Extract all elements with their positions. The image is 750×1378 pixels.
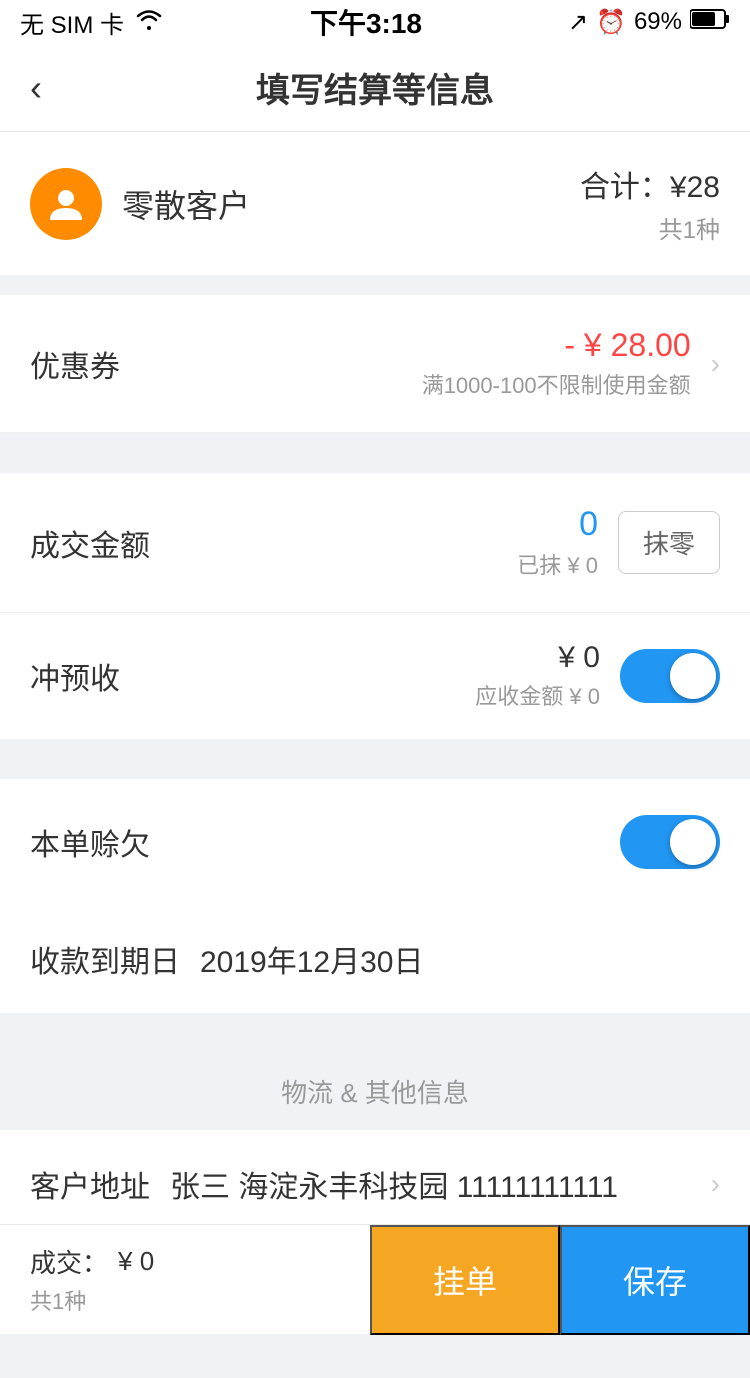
address-value: 张三 海淀永丰科技园 11111111111 [170, 1162, 711, 1206]
debt-toggle[interactable] [620, 815, 720, 869]
customer-name: 零散客户 [122, 181, 250, 227]
address-card[interactable]: 客户地址 张三 海淀永丰科技园 11111111111 › [0, 1130, 750, 1238]
logistics-header: 物流 & 其他信息 [0, 1053, 750, 1130]
nav-bar: ‹ 填写结算等信息 [0, 44, 750, 132]
debt-toggle-knob [670, 819, 716, 865]
bottom-info: 成交： ¥ 0 共1种 [0, 1243, 370, 1316]
hold-button[interactable]: 挂单 [370, 1225, 560, 1335]
alarm-icon: ⏰ [596, 8, 626, 37]
coupon-row[interactable]: 优惠券 - ¥ 28.00 满1000-100不限制使用金额 › [0, 295, 750, 433]
status-right: ↗ ⏰ 69% [568, 8, 730, 37]
transaction-card: 成交金额 0 已抹 ¥ 0 抹零 冲预收 ¥ 0 应收金额 ¥ 0 [0, 473, 750, 739]
coupon-desc: 满1000-100不限制使用金额 [422, 368, 691, 400]
prepayment-label: 冲预收 [30, 654, 120, 698]
battery-text: 69% [634, 8, 682, 36]
round-button[interactable]: 抹零 [618, 511, 720, 574]
prepayment-right: ¥ 0 应收金额 ¥ 0 [475, 641, 720, 711]
due-date-label: 收款到期日 [30, 937, 180, 981]
total-count: 共1种 [580, 210, 720, 245]
due-date-row: 收款到期日 2019年12月30日 [0, 905, 750, 1013]
divider-2 [0, 759, 750, 779]
coupon-value-block: - ¥ 28.00 满1000-100不限制使用金额 [422, 327, 691, 400]
prepayment-receivable: 应收金额 ¥ 0 [475, 679, 600, 711]
divider-1 [0, 453, 750, 473]
prepayment-values: ¥ 0 应收金额 ¥ 0 [475, 641, 600, 711]
logistics-title: 物流 & 其他信息 [281, 1078, 469, 1108]
prepayment-row: 冲预收 ¥ 0 应收金额 ¥ 0 [0, 613, 750, 739]
transaction-right: 0 已抹 ¥ 0 抹零 [517, 505, 720, 580]
debt-label: 本单赊欠 [30, 820, 150, 864]
content: 零散客户 合计：¥28 共1种 优惠券 - ¥ 28.00 满1000-100不… [0, 132, 750, 1378]
avatar [30, 168, 102, 240]
due-date-value[interactable]: 2019年12月30日 [200, 937, 423, 981]
bottom-count: 共1种 [30, 1284, 340, 1316]
customer-left: 零散客户 [30, 168, 250, 240]
transaction-value[interactable]: 0 [517, 505, 598, 544]
customer-row: 零散客户 合计：¥28 共1种 [0, 132, 750, 275]
prepayment-amount: ¥ 0 [475, 641, 600, 675]
amount-input-area: 0 已抹 ¥ 0 [517, 505, 598, 580]
customer-card: 零散客户 合计：¥28 共1种 [0, 132, 750, 275]
transaction-label: 成交金额 [30, 521, 150, 565]
save-button[interactable]: 保存 [560, 1225, 750, 1335]
divider-3 [0, 1033, 750, 1053]
amount-deducted: 已抹 ¥ 0 [517, 548, 598, 580]
toggle-knob [670, 653, 716, 699]
coupon-discount: - ¥ 28.00 [422, 327, 691, 364]
sim-status: 无 SIM 卡 [20, 5, 124, 40]
coupon-chevron-icon: › [711, 348, 720, 380]
wifi-icon [134, 8, 164, 37]
bottom-deal: 成交： ¥ 0 [30, 1243, 340, 1280]
address-label: 客户地址 [30, 1162, 150, 1206]
battery-icon [690, 8, 730, 37]
debt-row: 本单赊欠 [0, 779, 750, 905]
back-button[interactable]: ‹ [30, 67, 42, 109]
status-time: 下午3:18 [310, 2, 422, 42]
total-amount: 合计：¥28 [580, 162, 720, 206]
transaction-row: 成交金额 0 已抹 ¥ 0 抹零 [0, 473, 750, 613]
coupon-label: 优惠券 [30, 342, 120, 386]
debt-card: 本单赊欠 收款到期日 2019年12月30日 [0, 779, 750, 1013]
customer-total: 合计：¥28 共1种 [580, 162, 720, 245]
bottom-deal-amount: ¥ 0 [118, 1246, 154, 1277]
page-title: 填写结算等信息 [256, 63, 494, 112]
bottom-bar: 成交： ¥ 0 共1种 挂单 保存 [0, 1224, 750, 1334]
address-chevron-icon: › [711, 1168, 720, 1200]
address-row[interactable]: 客户地址 张三 海淀永丰科技园 11111111111 › [0, 1130, 750, 1238]
bottom-deal-label: 成交： [30, 1243, 108, 1280]
status-bar: 无 SIM 卡 下午3:18 ↗ ⏰ 69% [0, 0, 750, 44]
coupon-card[interactable]: 优惠券 - ¥ 28.00 满1000-100不限制使用金额 › [0, 295, 750, 433]
coupon-right: - ¥ 28.00 满1000-100不限制使用金额 › [422, 327, 720, 400]
location-icon: ↗ [568, 8, 588, 37]
status-left: 无 SIM 卡 [20, 5, 164, 40]
prepayment-toggle[interactable] [620, 649, 720, 703]
